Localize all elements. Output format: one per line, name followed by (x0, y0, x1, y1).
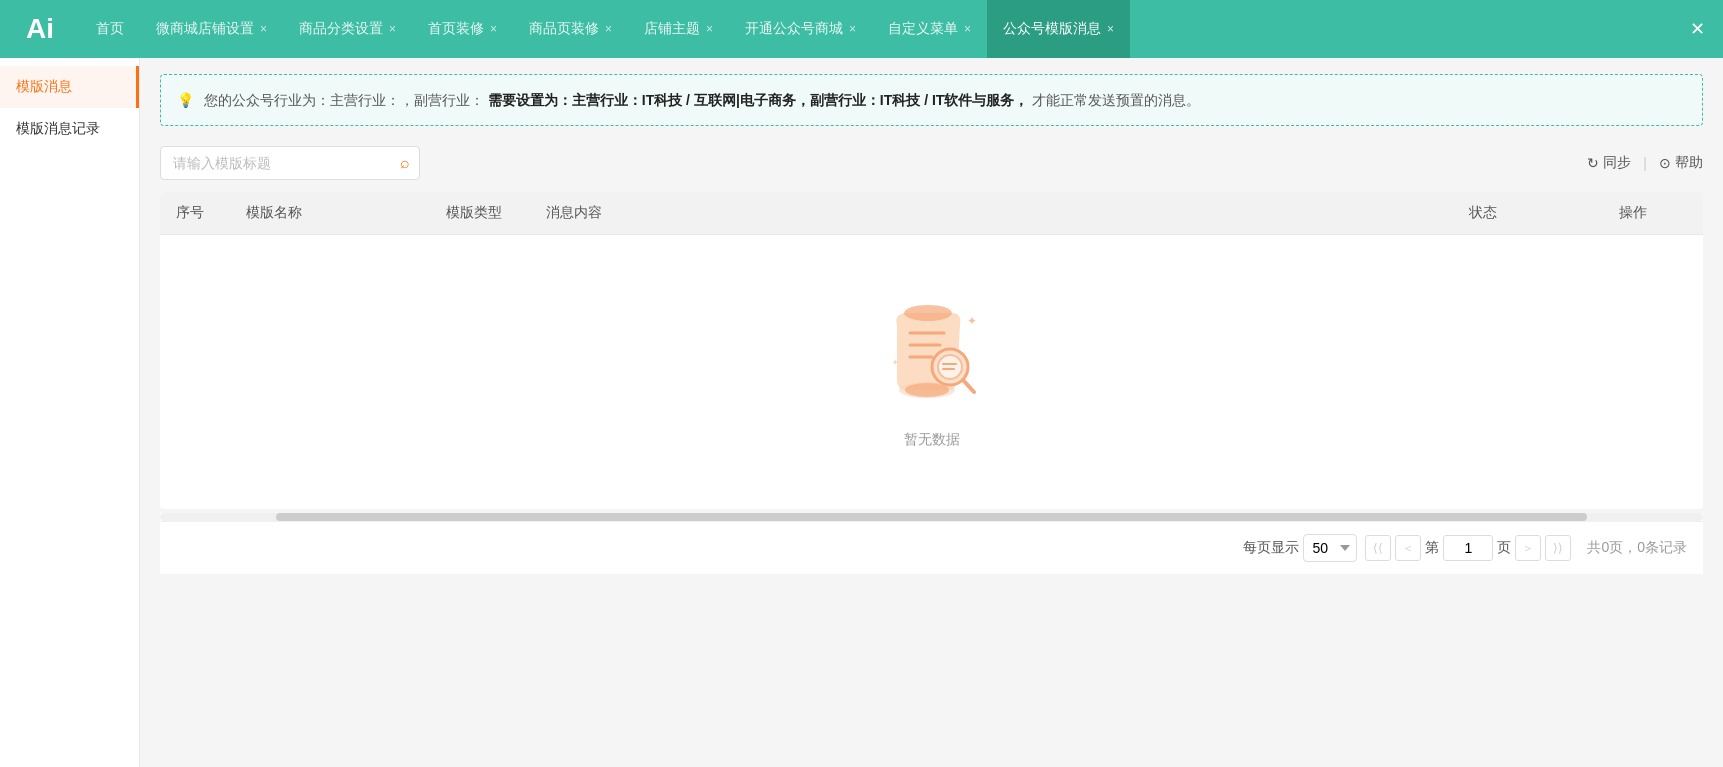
empty-row: ✦ ✦ 暂无数据 (160, 235, 1703, 510)
content-area: 💡 您的公众号行业为：主营行业：，副营行业： 需要设置为：主营行业：IT科技 /… (140, 58, 1723, 767)
sidebar-item-template-msg[interactable]: 模版消息 (0, 66, 139, 108)
total-info: 共0页，0条记录 (1587, 539, 1687, 557)
top-nav: Ai 首页 微商城店铺设置 × 商品分类设置 × 首页装修 × 商品页装修 × … (0, 0, 1723, 58)
col-action: 操作 (1603, 192, 1703, 235)
page-nav: ⟨⟨ ＜ 第 1 页 ＞ ⟩⟩ (1365, 535, 1571, 561)
sync-icon: ↻ (1587, 155, 1599, 171)
first-page-button[interactable]: ⟨⟨ (1365, 535, 1391, 561)
tab-category-settings[interactable]: 商品分类设置 × (283, 0, 412, 58)
close-icon[interactable]: × (260, 22, 267, 36)
close-icon[interactable]: × (389, 22, 396, 36)
search-input[interactable] (160, 146, 420, 180)
close-icon[interactable]: × (706, 22, 713, 36)
tab-custom-menu[interactable]: 自定义菜单 × (872, 0, 987, 58)
col-name: 模版名称 (230, 192, 430, 235)
main-layout: 模版消息 模版消息记录 💡 您的公众号行业为：主营行业：，副营行业： 需要设置为… (0, 58, 1723, 767)
svg-point-7 (938, 355, 962, 379)
page-size-select: 每页显示 10 20 50 100 (1243, 534, 1357, 562)
empty-icon: ✦ ✦ (872, 295, 992, 415)
page-number-input[interactable]: 1 (1443, 535, 1493, 561)
close-icon[interactable]: × (1107, 22, 1114, 36)
svg-line-8 (963, 380, 974, 392)
tab-store-settings[interactable]: 微商城店铺设置 × (140, 0, 283, 58)
scrollbar-thumb[interactable] (276, 513, 1588, 521)
scrollbar-track[interactable] (160, 513, 1703, 521)
search-input-wrap: ⌕ (160, 146, 420, 180)
pagination: 每页显示 10 20 50 100 ⟨⟨ ＜ 第 1 页 ＞ ⟩⟩ 共 (160, 521, 1703, 574)
close-icon[interactable]: × (849, 22, 856, 36)
tab-store-theme[interactable]: 店铺主题 × (628, 0, 729, 58)
search-icon[interactable]: ⌕ (400, 154, 410, 172)
close-icon[interactable]: × (490, 22, 497, 36)
notice-box: 💡 您的公众号行业为：主营行业：，副营行业： 需要设置为：主营行业：IT科技 /… (160, 74, 1703, 126)
close-icon[interactable]: × (964, 22, 971, 36)
table-header: 序号 模版名称 模版类型 消息内容 状态 操作 (160, 192, 1703, 235)
tab-template-msg[interactable]: 公众号模版消息 × (987, 0, 1130, 58)
divider: | (1643, 155, 1647, 171)
page-input: 第 1 页 (1425, 535, 1511, 561)
col-status: 状态 (1453, 192, 1603, 235)
empty-text: 暂无数据 (904, 431, 960, 449)
help-icon: ⊙ (1659, 155, 1671, 171)
toolbar-right: ↻ 同步 | ⊙ 帮助 (1587, 154, 1703, 172)
col-index: 序号 (160, 192, 230, 235)
svg-point-1 (904, 305, 952, 321)
scrollbar-area (160, 513, 1703, 521)
svg-point-2 (905, 383, 949, 397)
tab-home-decoration[interactable]: 首页装修 × (412, 0, 513, 58)
global-close-button[interactable]: ✕ (1682, 14, 1713, 44)
svg-text:✦: ✦ (892, 358, 899, 367)
tab-product-decoration[interactable]: 商品页装修 × (513, 0, 628, 58)
data-table: 序号 模版名称 模版类型 消息内容 状态 操作 (160, 192, 1703, 509)
page-size-dropdown[interactable]: 10 20 50 100 (1303, 534, 1357, 562)
next-page-button[interactable]: ＞ (1515, 535, 1541, 561)
sidebar-item-template-msg-record[interactable]: 模版消息记录 (0, 108, 139, 150)
table-header-row: 序号 模版名称 模版类型 消息内容 状态 操作 (160, 192, 1703, 235)
app-logo: Ai (10, 13, 70, 45)
prev-page-button[interactable]: ＜ (1395, 535, 1421, 561)
svg-text:✦: ✦ (967, 314, 977, 328)
search-bar: ⌕ ↻ 同步 | ⊙ 帮助 (160, 146, 1703, 180)
help-button[interactable]: ⊙ 帮助 (1659, 154, 1703, 172)
tab-open-mall[interactable]: 开通公众号商城 × (729, 0, 872, 58)
close-icon[interactable]: × (605, 22, 612, 36)
col-content: 消息内容 (530, 192, 1453, 235)
sidebar: 模版消息 模版消息记录 (0, 58, 140, 767)
tab-home[interactable]: 首页 (80, 0, 140, 58)
sync-button[interactable]: ↻ 同步 (1587, 154, 1631, 172)
col-type: 模版类型 (430, 192, 530, 235)
table-body: ✦ ✦ 暂无数据 (160, 235, 1703, 510)
empty-state: ✦ ✦ 暂无数据 (160, 235, 1703, 509)
last-page-button[interactable]: ⟩⟩ (1545, 535, 1571, 561)
notice-icon: 💡 (177, 92, 194, 108)
